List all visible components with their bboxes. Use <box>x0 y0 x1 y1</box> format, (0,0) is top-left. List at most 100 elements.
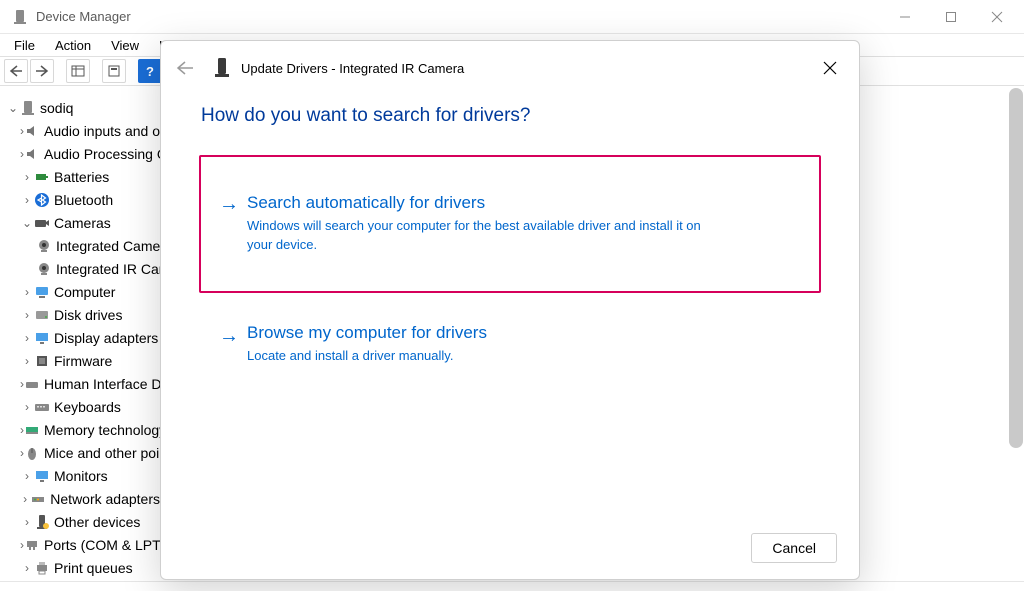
tree-item-label: Monitors <box>54 468 108 484</box>
tree-item[interactable]: › Network adapters <box>6 487 160 510</box>
monitor-icon <box>34 468 50 484</box>
audio-icon <box>24 146 40 162</box>
twisty-icon[interactable]: › <box>20 285 34 299</box>
twisty-icon[interactable]: ⌄ <box>20 216 34 230</box>
back-button[interactable] <box>4 59 28 83</box>
tree-item[interactable]: Integrated IR Camera <box>6 257 160 280</box>
option-title: Search automatically for drivers <box>247 193 797 213</box>
tree-item-label: Audio Processing Objects <box>44 146 160 162</box>
tree-item[interactable]: ›Other devices <box>6 510 160 533</box>
other-icon <box>34 514 50 530</box>
disk-icon <box>34 307 50 323</box>
title-bar: Device Manager <box>0 0 1024 34</box>
menu-view[interactable]: View <box>103 36 147 55</box>
webcam-icon <box>36 238 52 254</box>
display-icon <box>34 330 50 346</box>
window-title: Device Manager <box>36 9 131 24</box>
update-driver-dialog: Update Drivers - Integrated IR Camera Ho… <box>160 40 860 580</box>
twisty-icon[interactable]: › <box>20 515 34 529</box>
arrow-icon: → <box>219 193 239 216</box>
tree-item[interactable]: › Batteries <box>6 165 160 188</box>
option-browse-computer[interactable]: → Browse my computer for drivers Locate … <box>201 307 819 382</box>
tree-item[interactable]: ›Human Interface Devices <box>6 372 160 395</box>
window-controls <box>882 2 1020 32</box>
option-search-automatically[interactable]: → Search automatically for drivers Windo… <box>199 155 821 293</box>
camera-icon <box>34 215 50 231</box>
computer-icon <box>20 100 36 116</box>
menu-action[interactable]: Action <box>47 36 99 55</box>
twisty-icon[interactable]: › <box>20 170 34 184</box>
tree-item-label: Print queues <box>54 560 133 576</box>
webcam-icon <box>36 261 52 277</box>
tree-item-label: Display adapters <box>54 330 158 346</box>
device-icon <box>213 56 231 80</box>
battery-icon <box>34 169 50 185</box>
tree-item[interactable]: › Monitors <box>6 464 160 487</box>
device-tree[interactable]: ⌄ sodiq ›Audio inputs and outputs›Audio … <box>0 88 160 581</box>
forward-button[interactable] <box>30 59 54 83</box>
memory-icon <box>24 422 40 438</box>
twisty-icon[interactable]: › <box>20 354 34 368</box>
tree-item-label: Computer <box>54 284 115 300</box>
toolbar-help-icon[interactable]: ? <box>138 59 162 83</box>
tree-item[interactable]: ⌄Cameras <box>6 211 160 234</box>
tree-item-label: Memory technology devices <box>44 422 160 438</box>
close-button[interactable] <box>974 2 1020 32</box>
twisty-icon[interactable]: ⌄ <box>6 101 20 115</box>
tree-item[interactable]: › Display adapters <box>6 326 160 349</box>
bluetooth-icon <box>34 192 50 208</box>
tree-item-label: Human Interface Devices <box>44 376 160 392</box>
twisty-icon[interactable]: › <box>20 400 34 414</box>
network-icon <box>30 491 46 507</box>
menu-file[interactable]: File <box>6 36 43 55</box>
twisty-icon[interactable]: › <box>20 469 34 483</box>
tree-item[interactable]: › Computer <box>6 280 160 303</box>
tree-item-label: Mice and other pointing devices <box>44 445 160 461</box>
tree-item-label: Firmware <box>54 353 112 369</box>
tree-item[interactable]: › Print queues <box>6 556 160 579</box>
tree-item[interactable]: ›Ports (COM & LPT) <box>6 533 160 556</box>
tree-item-label: Bluetooth <box>54 192 113 208</box>
option-title: Browse my computer for drivers <box>247 323 797 343</box>
arrow-icon: → <box>219 325 239 348</box>
tree-item[interactable]: › Bluetooth <box>6 188 160 211</box>
twisty-icon[interactable]: › <box>20 308 34 322</box>
option-description: Locate and install a driver manually. <box>247 347 727 366</box>
cancel-button[interactable]: Cancel <box>751 533 837 563</box>
tree-item-label: Audio inputs and outputs <box>44 123 160 139</box>
twisty-icon[interactable]: › <box>20 492 30 506</box>
chip-icon <box>34 353 50 369</box>
dialog-title: Update Drivers - Integrated IR Camera <box>241 61 464 76</box>
tree-item[interactable]: ›Audio Processing Objects <box>6 142 160 165</box>
tree-item[interactable]: ›Keyboards <box>6 395 160 418</box>
minimize-button[interactable] <box>882 2 928 32</box>
tree-item[interactable]: ›Audio inputs and outputs <box>6 119 160 142</box>
tree-item[interactable]: › Disk drives <box>6 303 160 326</box>
tree-item-label: Integrated Camera <box>56 238 160 254</box>
printer-icon <box>34 560 50 576</box>
dialog-close-button[interactable] <box>813 51 847 85</box>
tree-item-label: Ports (COM & LPT) <box>44 537 160 553</box>
scrollbar-thumb[interactable] <box>1009 88 1023 448</box>
tree-item-label: Network adapters <box>50 491 160 507</box>
tree-item[interactable]: ›Mice and other pointing devices <box>6 441 160 464</box>
app-icon <box>12 9 28 25</box>
mouse-icon <box>24 445 40 461</box>
status-bar <box>0 581 1024 591</box>
hid-icon <box>24 376 40 392</box>
maximize-button[interactable] <box>928 2 974 32</box>
tree-item-label: Disk drives <box>54 307 122 323</box>
tree-item[interactable]: Integrated Camera <box>6 234 160 257</box>
toolbar-properties-icon[interactable] <box>102 59 126 83</box>
twisty-icon[interactable]: › <box>20 331 34 345</box>
tree-item-label: Integrated IR Camera <box>56 261 160 277</box>
toolbar-details-icon[interactable] <box>66 59 90 83</box>
dialog-question: How do you want to search for drivers? <box>201 105 819 127</box>
tree-item[interactable]: › Firmware <box>6 349 160 372</box>
twisty-icon[interactable]: › <box>20 193 34 207</box>
twisty-icon[interactable]: › <box>20 561 34 575</box>
dialog-back-button[interactable] <box>173 56 197 80</box>
tree-root[interactable]: ⌄ sodiq <box>6 96 160 119</box>
tree-item-label: Batteries <box>54 169 109 185</box>
tree-item[interactable]: ›Memory technology devices <box>6 418 160 441</box>
